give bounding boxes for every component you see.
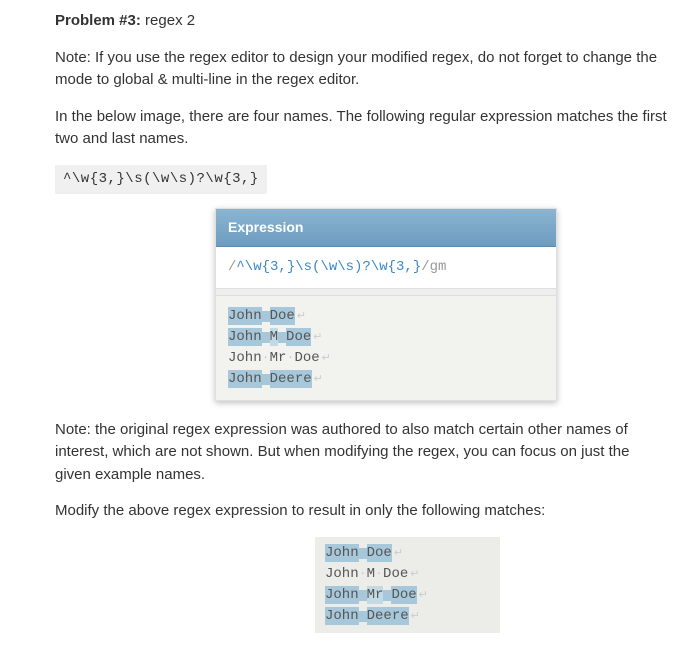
name-token: Deere [367, 607, 409, 625]
space-dot-icon: · [262, 374, 270, 385]
regex-close-slash: / [421, 259, 429, 275]
name-token: John [325, 566, 359, 582]
editor-regex-line: /^\w{3,}\s(\w\s)?\w{3,}/gm [216, 247, 556, 289]
name-token: Doe [367, 544, 392, 562]
name-line: John·Deere↵ [228, 369, 544, 390]
editor-divider [216, 289, 556, 296]
space-dot-icon: · [359, 590, 367, 601]
return-icon: ↵ [392, 548, 403, 560]
name-token: Doe [294, 350, 319, 366]
instruction-paragraph: Modify the above regex expression to res… [55, 500, 669, 523]
name-line: John·Deere↵ [325, 606, 490, 627]
return-icon: ↵ [295, 311, 306, 323]
return-icon: ↵ [320, 353, 331, 365]
problem-label: Problem #3: [55, 12, 141, 29]
name-token: Doe [383, 566, 408, 582]
name-token: Mr [270, 350, 287, 366]
space-dot-icon: · [359, 569, 367, 580]
regex-pattern: ^\w{3,}\s(\w\s)?\w{3,} [236, 259, 421, 275]
regex-code-inline: ^\w{3,}\s(\w\s)?\w{3,} [55, 165, 267, 194]
name-token: John [325, 544, 359, 562]
return-icon: ↵ [417, 590, 428, 602]
name-token: John [228, 350, 262, 366]
name-line: John·Doe↵ [228, 306, 544, 327]
return-icon: ↵ [408, 569, 419, 581]
name-token: Doe [286, 328, 311, 346]
intro-paragraph: In the below image, there are four names… [55, 106, 669, 151]
space-dot-icon: · [262, 311, 270, 322]
name-token: M [270, 328, 278, 346]
regex-flags: gm [430, 259, 447, 275]
problem-heading: Problem #3: regex 2 [55, 10, 669, 33]
name-token: John [228, 307, 262, 325]
space-dot-icon: · [278, 332, 286, 343]
note-paragraph-1: Note: If you use the regex editor to des… [55, 47, 669, 92]
name-token: John [325, 607, 359, 625]
space-dot-icon: · [359, 548, 367, 559]
return-icon: ↵ [311, 332, 322, 344]
space-dot-icon: · [359, 611, 367, 622]
note-paragraph-2: Note: the original regex expression was … [55, 419, 669, 487]
name-line: John·M·Doe↵ [228, 327, 544, 348]
name-line: John·Mr·Doe↵ [325, 585, 490, 606]
return-icon: ↵ [312, 374, 323, 386]
regex-editor-screenshot: Expression /^\w{3,}\s(\w\s)?\w{3,}/gm Jo… [215, 208, 557, 401]
editor-test-body: John·Doe↵John·M·Doe↵John·Mr·Doe↵John·Dee… [216, 296, 556, 400]
problem-title: regex 2 [145, 12, 195, 29]
space-dot-icon: · [262, 332, 270, 343]
name-token: Doe [270, 307, 295, 325]
name-token: John [228, 370, 262, 388]
name-line: John·M·Doe↵ [325, 564, 490, 585]
name-line: John·Doe↵ [325, 543, 490, 564]
space-dot-icon: · [262, 353, 270, 364]
name-token: Doe [391, 586, 416, 604]
return-icon: ↵ [409, 611, 420, 623]
name-token: John [228, 328, 262, 346]
name-token: John [325, 586, 359, 604]
name-line: John·Mr·Doe↵ [228, 348, 544, 369]
name-token: Mr [367, 586, 384, 604]
name-token: Deere [270, 370, 312, 388]
editor-header: Expression [216, 209, 556, 247]
space-dot-icon: · [375, 569, 383, 580]
name-token: M [367, 566, 375, 582]
expected-matches-block: John·Doe↵John·M·Doe↵John·Mr·Doe↵John·Dee… [315, 537, 500, 633]
